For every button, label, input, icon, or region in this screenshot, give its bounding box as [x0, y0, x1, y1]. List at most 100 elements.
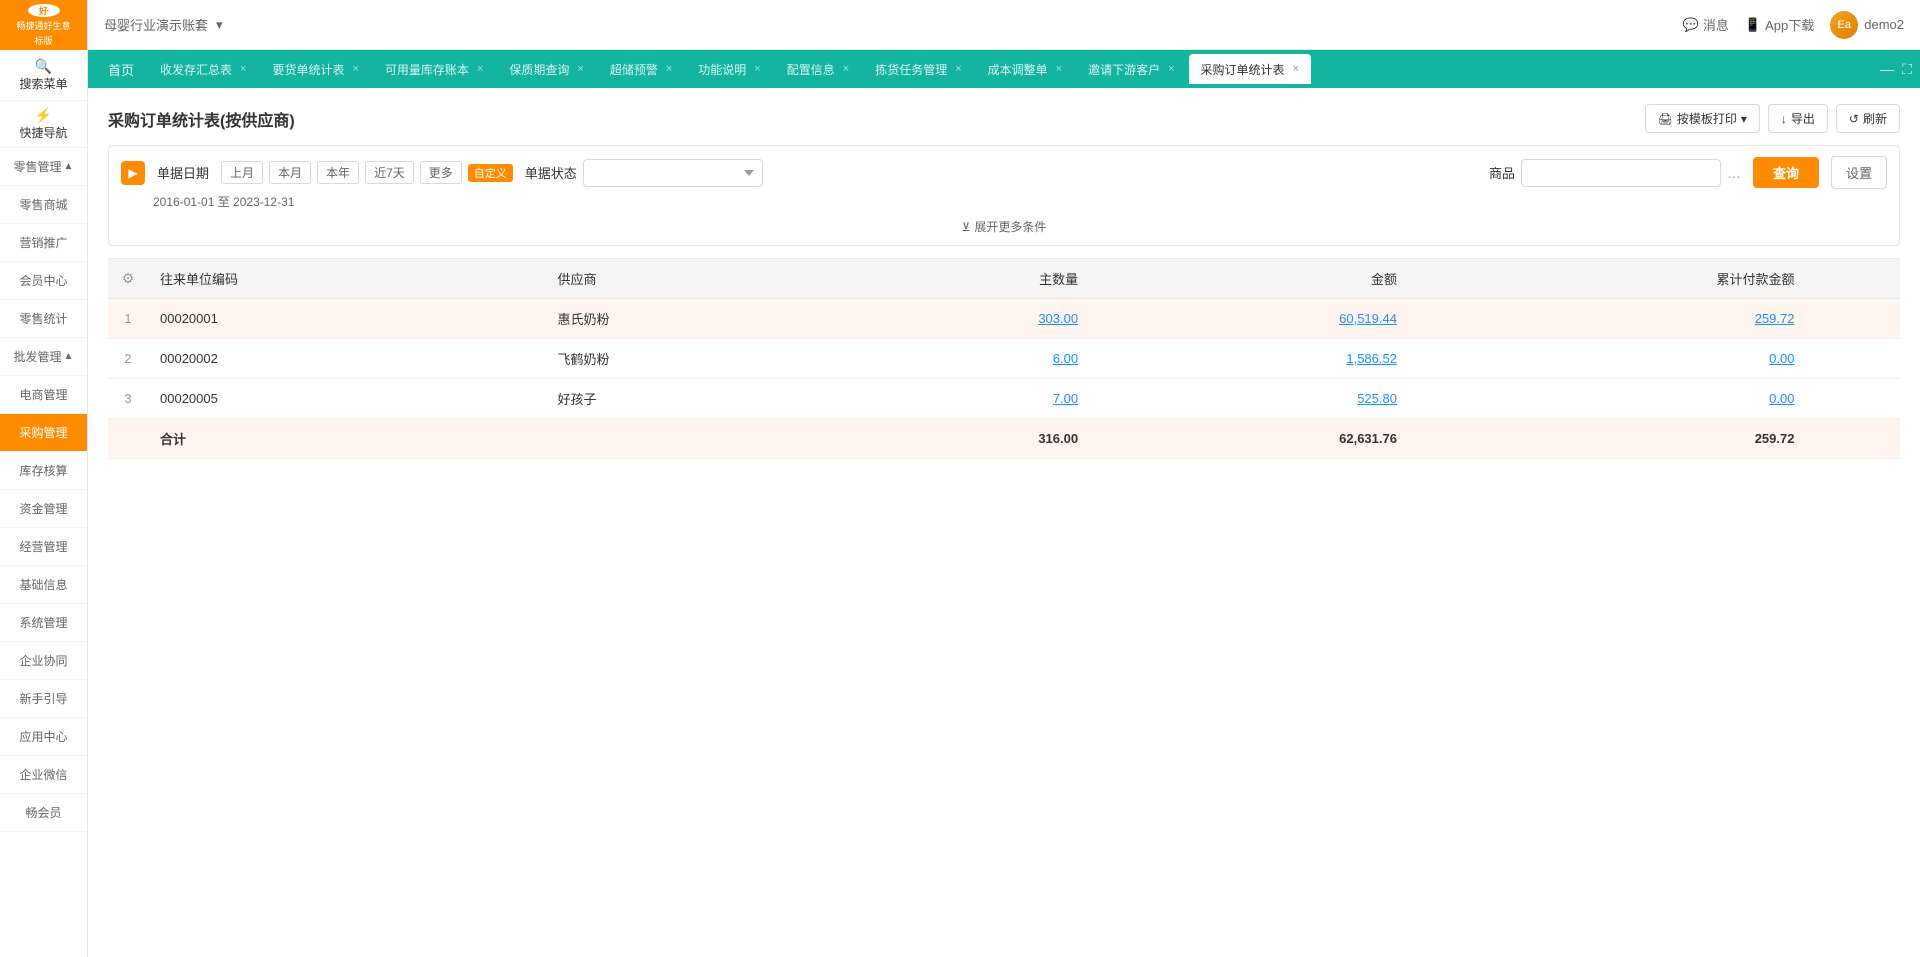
sidebar-item-operations[interactable]: 经营管理: [0, 528, 87, 566]
print-dropdown-icon: ▾: [1741, 112, 1747, 126]
row-paid: 259.72: [1409, 299, 1806, 339]
filter-row-main: ▶ 单据日期 上月 本月 本年 近7天 更多 自定义 单据状态: [121, 156, 1887, 189]
refresh-icon: ↺: [1849, 112, 1859, 126]
table-header-row: ⚙ 往来单位编码 供应商 主数量 金额 累计付款金额: [108, 259, 1900, 299]
workspace-selector[interactable]: 母婴行业演示账套 ▾: [104, 15, 223, 34]
tab-close-order-stats[interactable]: ×: [352, 63, 358, 75]
tab-close-cost-adjust[interactable]: ×: [1056, 63, 1062, 75]
workspace-dropdown-icon: ▾: [216, 17, 223, 33]
query-button[interactable]: 查询: [1753, 157, 1819, 188]
row-code: 00020001: [148, 299, 545, 339]
sidebar-item-finance[interactable]: 资金管理: [0, 490, 87, 528]
export-button[interactable]: ↓ 导出: [1768, 104, 1828, 133]
tab-close-available-stock[interactable]: ×: [477, 63, 483, 75]
tab-receive-send[interactable]: 收发存汇总表 ×: [148, 54, 258, 84]
app-download-button[interactable]: 📱 App下载: [1745, 15, 1814, 34]
date-last-month-btn[interactable]: 上月: [221, 161, 263, 184]
sidebar-item-new-guide[interactable]: 新手引导: [0, 680, 87, 718]
footer-label: 合计: [148, 419, 545, 459]
date-this-year-btn[interactable]: 本年: [317, 161, 359, 184]
sidebar-item-inventory[interactable]: 库存核算: [0, 452, 87, 490]
date-filter-label: 单据日期: [157, 163, 209, 182]
table-row[interactable]: 3 00020005 好孩子 7.00 525.80 0.00: [108, 379, 1900, 419]
tab-close-picking-task[interactable]: ×: [955, 63, 961, 75]
sidebar-item-shortcut[interactable]: ⚡ 快捷导航: [0, 101, 87, 148]
message-icon: 💬: [1683, 17, 1699, 33]
row-supplier: 惠氏奶粉: [545, 299, 841, 339]
row-extra: [1806, 339, 1900, 379]
sidebar-item-search[interactable]: 🔍 搜索菜单: [0, 50, 87, 101]
expand-more-button[interactable]: ⊻ 展开更多条件: [962, 218, 1047, 235]
tab-cost-adjust[interactable]: 成本调整单 ×: [976, 54, 1074, 84]
top-bar-right: 💬 消息 📱 App下载 Ea demo2: [1683, 11, 1904, 39]
status-select[interactable]: [583, 159, 763, 187]
row-paid: 0.00: [1409, 379, 1806, 419]
sidebar-item-ecommerce[interactable]: 电商管理: [0, 376, 87, 414]
tab-picking-task[interactable]: 拣货任务管理 ×: [863, 54, 973, 84]
expand-more-row: ⊻ 展开更多条件: [121, 218, 1887, 235]
tab-close-invite-downstream[interactable]: ×: [1168, 63, 1174, 75]
sidebar-item-system[interactable]: 系统管理: [0, 604, 87, 642]
tab-close-overstock-alert[interactable]: ×: [666, 63, 672, 75]
row-quantity: 7.00: [842, 379, 1090, 419]
custom-date-badge: 自定义: [468, 164, 513, 182]
column-settings-icon[interactable]: ⚙: [122, 270, 135, 286]
user-menu[interactable]: Ea demo2: [1830, 11, 1904, 39]
date-quick-buttons: 上月 本月 本年 近7天 更多 自定义: [221, 161, 513, 184]
sidebar-item-enterprise[interactable]: 企业协同: [0, 642, 87, 680]
tab-close-config-info[interactable]: ×: [843, 63, 849, 75]
setting-button[interactable]: 设置: [1831, 156, 1887, 189]
filter-toggle-button[interactable]: ▶: [121, 161, 145, 185]
tab-close-receive-send[interactable]: ×: [240, 63, 246, 75]
print-icon: 🖨: [1658, 112, 1673, 126]
sidebar-item-purchase[interactable]: 采购管理: [0, 414, 87, 452]
row-supplier: 飞鹤奶粉: [545, 339, 841, 379]
tab-purchase-stats[interactable]: 采购订单统计表 ×: [1189, 54, 1311, 84]
sidebar-item-retail-shop[interactable]: 零售商城: [0, 186, 87, 224]
tab-available-stock[interactable]: 可用量库存账本 ×: [373, 54, 495, 84]
workspace-name: 母婴行业演示账套: [104, 15, 208, 34]
table-row[interactable]: 2 00020002 飞鹤奶粉 6.00 1,586.52 0.00: [108, 339, 1900, 379]
sidebar-item-member-plus[interactable]: 畅会员: [0, 794, 87, 832]
sidebar-item-retail[interactable]: 零售管理 ▲: [0, 148, 87, 186]
tab-invite-downstream[interactable]: 邀请下游客户 ×: [1076, 54, 1186, 84]
col-paid: 累计付款金额: [1409, 259, 1806, 299]
sidebar-item-marketing[interactable]: 营销推广: [0, 224, 87, 262]
sidebar-item-wholesale[interactable]: 批发管理 ▲: [0, 338, 87, 376]
row-extra: [1806, 299, 1900, 339]
tab-config-info[interactable]: 配置信息 ×: [775, 54, 861, 84]
goods-more-icon[interactable]: …: [1727, 165, 1741, 181]
tab-close-purchase-stats[interactable]: ×: [1293, 63, 1299, 75]
tab-home[interactable]: 首页: [96, 60, 146, 79]
tab-close-function-desc[interactable]: ×: [754, 63, 760, 75]
app-download-label: App下载: [1765, 15, 1814, 34]
print-button[interactable]: 🖨 按模板打印 ▾: [1645, 104, 1760, 133]
sidebar-item-basic-info[interactable]: 基础信息: [0, 566, 87, 604]
tab-minimize-icon[interactable]: —: [1880, 61, 1894, 78]
page-header: 采购订单统计表(按供应商) 🖨 按模板打印 ▾ ↓ 导出 ↺ 刷新: [108, 104, 1900, 133]
sidebar-item-members[interactable]: 会员中心: [0, 262, 87, 300]
tab-close-expiry-query[interactable]: ×: [577, 63, 583, 75]
date-more-btn[interactable]: 更多: [420, 161, 462, 184]
sidebar-item-enterprise-wechat[interactable]: 企业微信: [0, 756, 87, 794]
sidebar-item-retail-stats[interactable]: 零售统计: [0, 300, 87, 338]
date-this-month-btn[interactable]: 本月: [269, 161, 311, 184]
tab-function-desc[interactable]: 功能说明 ×: [686, 54, 772, 84]
sidebar-item-app-center[interactable]: 应用中心: [0, 718, 87, 756]
tab-actions: — ⛶: [1880, 61, 1912, 78]
row-supplier: 好孩子: [545, 379, 841, 419]
date-7days-btn[interactable]: 近7天: [365, 161, 414, 184]
username: demo2: [1864, 17, 1904, 32]
avatar: Ea: [1830, 11, 1858, 39]
top-bar: 母婴行业演示账套 ▾ 💬 消息 📱 App下载 Ea demo2: [88, 0, 1920, 50]
tab-overstock-alert[interactable]: 超储预警 ×: [598, 54, 684, 84]
row-code: 00020005: [148, 379, 545, 419]
refresh-button[interactable]: ↺ 刷新: [1836, 104, 1900, 133]
message-button[interactable]: 💬 消息: [1683, 15, 1729, 34]
status-filter: 单据状态: [525, 159, 763, 187]
table-row[interactable]: 1 00020001 惠氏奶粉 303.00 60,519.44 259.72: [108, 299, 1900, 339]
tab-expand-icon[interactable]: ⛶: [1902, 61, 1912, 78]
tab-expiry-query[interactable]: 保质期查询 ×: [497, 54, 595, 84]
tab-order-stats[interactable]: 要货单统计表 ×: [260, 54, 370, 84]
goods-input[interactable]: [1521, 159, 1721, 187]
